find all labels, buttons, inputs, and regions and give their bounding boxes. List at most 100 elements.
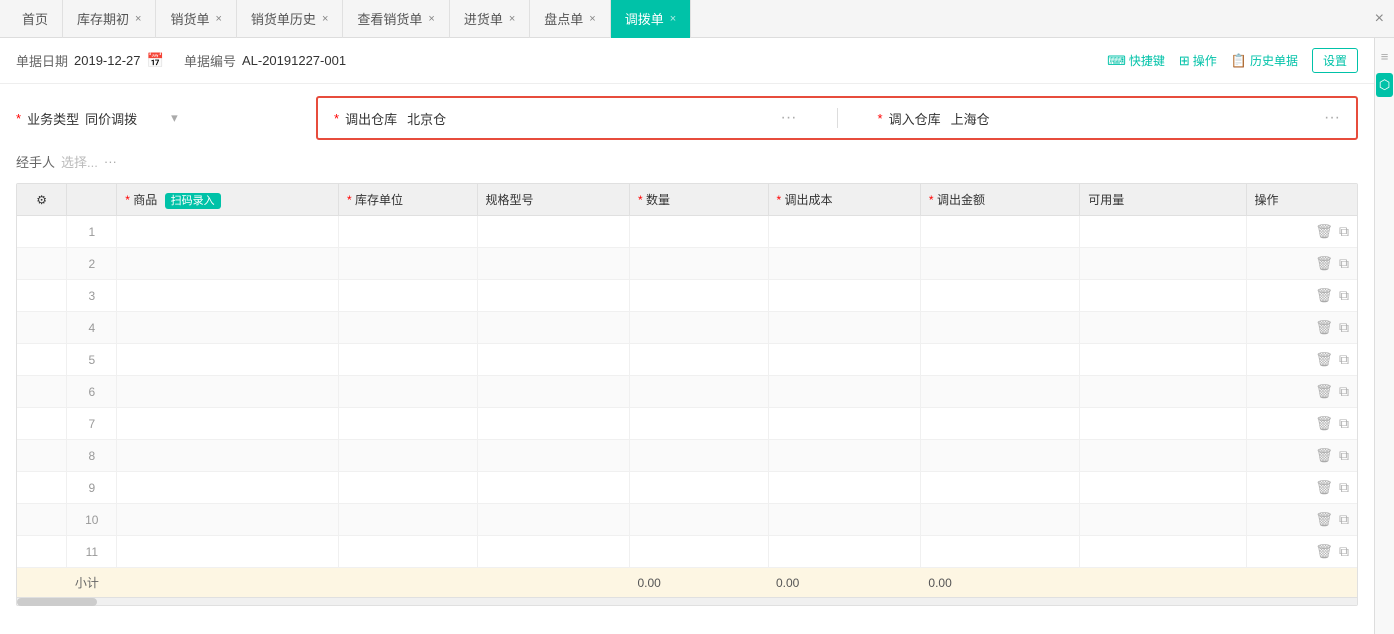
row-amount[interactable] xyxy=(920,504,1079,536)
history-button[interactable]: 📋 历史单据 xyxy=(1231,52,1298,69)
row-product[interactable] xyxy=(117,280,339,312)
tab-view-sales[interactable]: 查看销货单 × xyxy=(343,0,449,38)
row-qty[interactable] xyxy=(629,376,768,408)
row-unit[interactable] xyxy=(338,536,477,568)
row-available[interactable] xyxy=(1080,280,1246,312)
tab-purchase-order[interactable]: 进货单 × xyxy=(450,0,530,38)
row-cost[interactable] xyxy=(768,376,920,408)
copy-row-icon[interactable]: ⧉ xyxy=(1339,543,1349,559)
row-cost[interactable] xyxy=(768,440,920,472)
row-amount[interactable] xyxy=(920,312,1079,344)
row-spec[interactable] xyxy=(477,440,629,472)
row-amount[interactable] xyxy=(920,440,1079,472)
row-spec[interactable] xyxy=(477,344,629,376)
person-more-icon[interactable]: ··· xyxy=(104,154,117,169)
row-unit[interactable] xyxy=(338,216,477,248)
row-qty[interactable] xyxy=(629,280,768,312)
row-available[interactable] xyxy=(1080,408,1246,440)
row-amount[interactable] xyxy=(920,216,1079,248)
horizontal-scrollbar[interactable] xyxy=(17,597,1357,605)
tab-close-purchase-order[interactable]: × xyxy=(509,13,515,25)
calendar-icon[interactable]: 📅 xyxy=(147,52,164,69)
row-qty[interactable] xyxy=(629,472,768,504)
row-available[interactable] xyxy=(1080,344,1246,376)
tab-close-view-sales[interactable]: × xyxy=(428,13,434,25)
row-unit[interactable] xyxy=(338,472,477,504)
row-amount[interactable] xyxy=(920,536,1079,568)
operation-button[interactable]: ⊞ 操作 xyxy=(1179,52,1217,69)
source-warehouse-more-icon[interactable]: ··· xyxy=(781,109,797,127)
business-type-value[interactable]: 同价调拨 xyxy=(85,109,165,128)
row-cost[interactable] xyxy=(768,536,920,568)
settings-button[interactable]: 设置 xyxy=(1312,48,1358,73)
row-cost[interactable] xyxy=(768,472,920,504)
tab-home[interactable]: 首页 xyxy=(8,0,63,38)
row-unit[interactable] xyxy=(338,248,477,280)
target-warehouse-more-icon[interactable]: ··· xyxy=(1324,109,1340,127)
tab-stocktake[interactable]: 盘点单 × xyxy=(530,0,610,38)
delete-row-icon[interactable]: 🗑 xyxy=(1315,287,1333,303)
row-qty[interactable] xyxy=(629,536,768,568)
row-amount[interactable] xyxy=(920,376,1079,408)
copy-row-icon[interactable]: ⧉ xyxy=(1339,447,1349,463)
row-product[interactable] xyxy=(117,408,339,440)
row-product[interactable] xyxy=(117,440,339,472)
delete-row-icon[interactable]: 🗑 xyxy=(1315,383,1333,399)
row-unit[interactable] xyxy=(338,504,477,536)
row-amount[interactable] xyxy=(920,280,1079,312)
row-spec[interactable] xyxy=(477,312,629,344)
row-product[interactable] xyxy=(117,536,339,568)
delete-row-icon[interactable]: 🗑 xyxy=(1315,479,1333,495)
copy-row-icon[interactable]: ⧉ xyxy=(1339,383,1349,399)
row-spec[interactable] xyxy=(477,216,629,248)
tab-sales-history[interactable]: 销货单历史 × xyxy=(237,0,343,38)
row-amount[interactable] xyxy=(920,248,1079,280)
row-available[interactable] xyxy=(1080,312,1246,344)
row-cost[interactable] xyxy=(768,216,920,248)
tab-close-sales-history[interactable]: × xyxy=(322,13,328,25)
source-warehouse-value[interactable]: 北京仓 xyxy=(407,109,446,128)
row-spec[interactable] xyxy=(477,280,629,312)
row-unit[interactable] xyxy=(338,344,477,376)
shortcut-button[interactable]: ⌨ 快捷键 xyxy=(1107,52,1165,69)
copy-row-icon[interactable]: ⧉ xyxy=(1339,287,1349,303)
row-qty[interactable] xyxy=(629,216,768,248)
copy-row-icon[interactable]: ⧉ xyxy=(1339,415,1349,431)
row-cost[interactable] xyxy=(768,408,920,440)
row-product[interactable] xyxy=(117,248,339,280)
scroll-thumb[interactable] xyxy=(17,598,97,606)
business-type-dropdown-icon[interactable]: ▾ xyxy=(171,110,178,126)
row-cost[interactable] xyxy=(768,344,920,376)
row-available[interactable] xyxy=(1080,472,1246,504)
copy-row-icon[interactable]: ⧉ xyxy=(1339,255,1349,271)
row-available[interactable] xyxy=(1080,248,1246,280)
row-spec[interactable] xyxy=(477,504,629,536)
delete-row-icon[interactable]: 🗑 xyxy=(1315,415,1333,431)
sidebar-expand-icon[interactable]: ⬡ xyxy=(1376,73,1393,97)
row-qty[interactable] xyxy=(629,504,768,536)
copy-row-icon[interactable]: ⧉ xyxy=(1339,479,1349,495)
tab-inventory-init[interactable]: 库存期初 × xyxy=(63,0,156,38)
row-product[interactable] xyxy=(117,376,339,408)
delete-row-icon[interactable]: 🗑 xyxy=(1315,351,1333,367)
row-product[interactable] xyxy=(117,312,339,344)
delete-row-icon[interactable]: 🗑 xyxy=(1315,255,1333,271)
row-spec[interactable] xyxy=(477,408,629,440)
row-spec[interactable] xyxy=(477,472,629,504)
row-qty[interactable] xyxy=(629,248,768,280)
row-product[interactable] xyxy=(117,504,339,536)
window-close-button[interactable]: × xyxy=(1375,10,1384,28)
row-available[interactable] xyxy=(1080,216,1246,248)
row-product[interactable] xyxy=(117,216,339,248)
row-spec[interactable] xyxy=(477,536,629,568)
row-available[interactable] xyxy=(1080,504,1246,536)
row-unit[interactable] xyxy=(338,408,477,440)
row-unit[interactable] xyxy=(338,440,477,472)
table-settings-icon-header[interactable]: ⚙ xyxy=(17,184,67,216)
delete-row-icon[interactable]: 🗑 xyxy=(1315,511,1333,527)
row-spec[interactable] xyxy=(477,248,629,280)
row-cost[interactable] xyxy=(768,280,920,312)
row-cost[interactable] xyxy=(768,312,920,344)
tab-close-sales-order[interactable]: × xyxy=(215,13,221,25)
row-available[interactable] xyxy=(1080,536,1246,568)
